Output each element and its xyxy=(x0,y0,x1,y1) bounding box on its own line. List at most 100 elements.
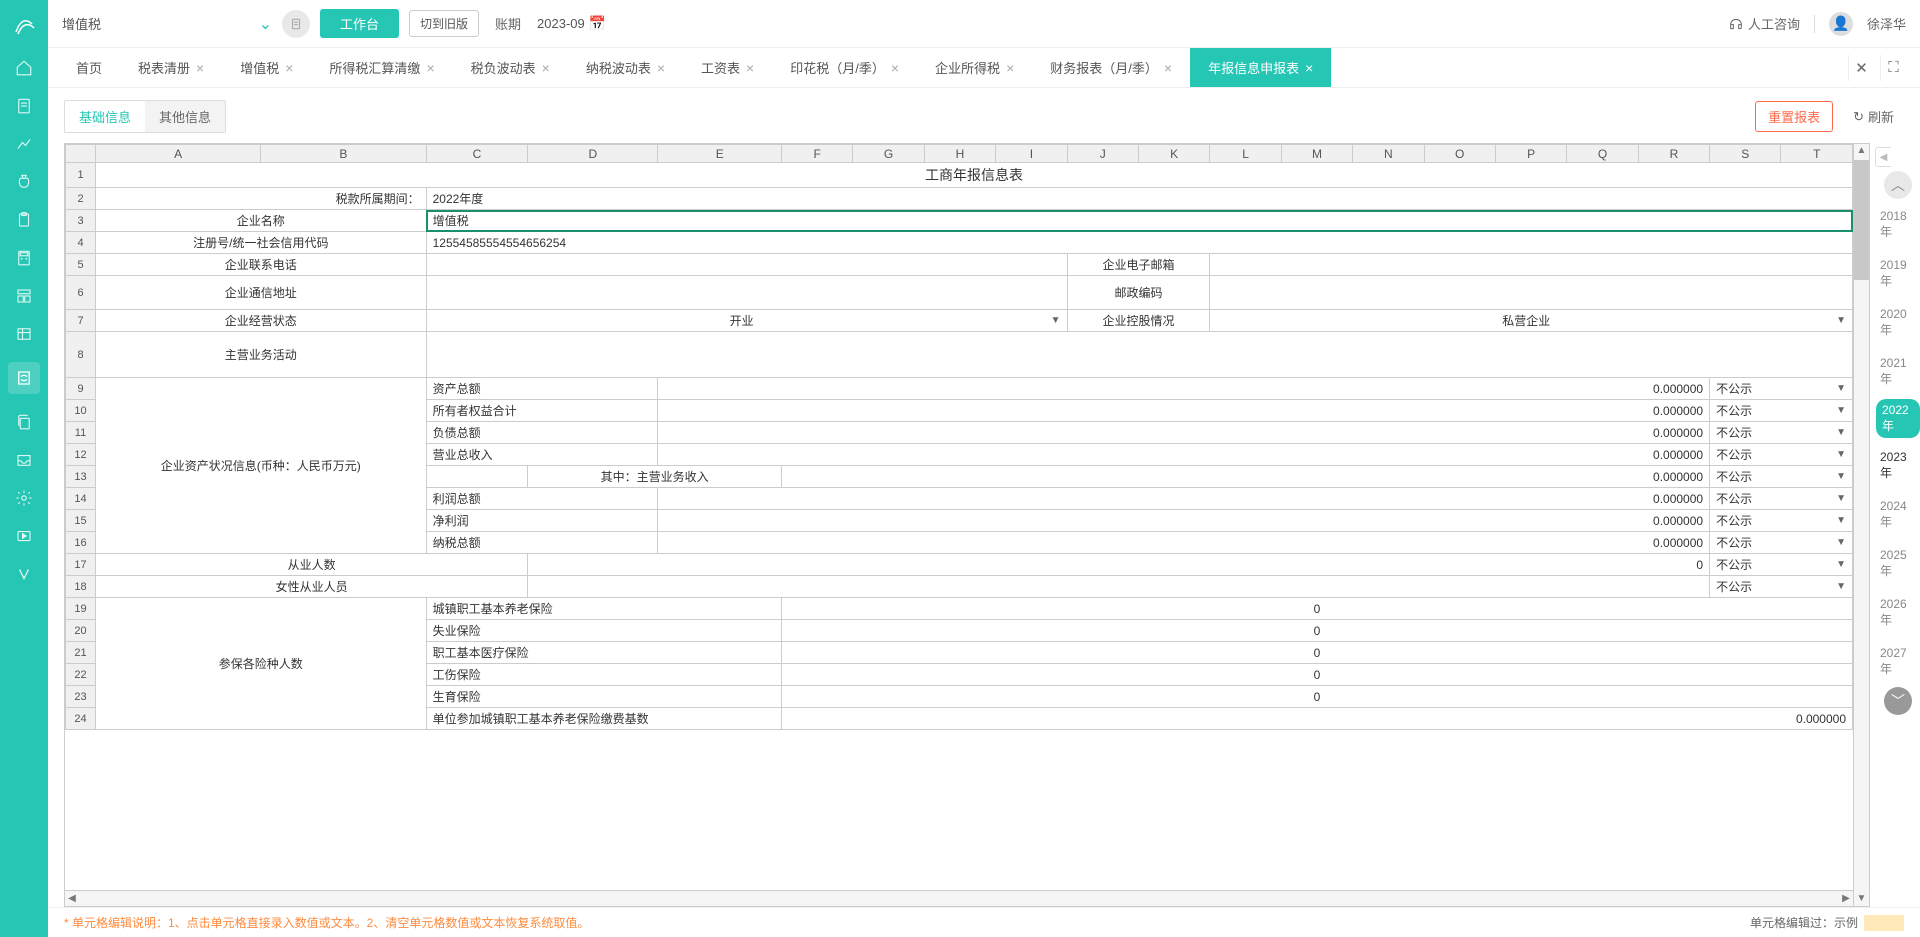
inbox-icon[interactable] xyxy=(14,450,34,470)
ins-value[interactable]: 0.000000 xyxy=(782,708,1853,730)
asset-value[interactable]: 0.000000 xyxy=(658,422,1710,444)
year-item[interactable]: 2021年 xyxy=(1876,350,1920,393)
tab-2[interactable]: 增值税× xyxy=(222,48,311,87)
disclose-dropdown[interactable]: 不公示▼ xyxy=(1710,510,1853,532)
tab-1[interactable]: 税表清册× xyxy=(120,48,222,87)
copy-icon[interactable] xyxy=(14,412,34,432)
row-header[interactable]: 21 xyxy=(66,642,96,664)
consult-button[interactable]: 人工咨询 xyxy=(1728,14,1800,33)
row-header[interactable]: 15 xyxy=(66,510,96,532)
subtab-basic[interactable]: 基础信息 xyxy=(65,101,145,132)
row-header[interactable]: 16 xyxy=(66,532,96,554)
row-header[interactable]: 7 xyxy=(66,310,96,332)
chart-icon[interactable] xyxy=(14,134,34,154)
close-icon[interactable]: × xyxy=(285,60,293,76)
user-name[interactable]: 徐泽华 xyxy=(1867,14,1906,33)
column-header[interactable]: M xyxy=(1281,145,1352,163)
column-header[interactable]: O xyxy=(1424,145,1495,163)
disclose-dropdown[interactable]: 不公示▼ xyxy=(1710,466,1853,488)
row-header[interactable]: 13 xyxy=(66,466,96,488)
column-header[interactable]: A xyxy=(96,145,261,163)
asset-value[interactable]: 0.000000 xyxy=(658,488,1710,510)
close-icon[interactable]: × xyxy=(657,60,665,76)
video-icon[interactable] xyxy=(14,526,34,546)
v-icon[interactable] xyxy=(14,564,34,584)
period-picker[interactable]: 2023-09 📅 xyxy=(537,15,606,32)
scroll-thumb[interactable] xyxy=(1854,160,1869,280)
template-icon[interactable] xyxy=(14,286,34,306)
asset-value[interactable]: 0.000000 xyxy=(782,466,1710,488)
row-header[interactable]: 24 xyxy=(66,708,96,730)
column-header[interactable]: G xyxy=(853,145,924,163)
tab-3[interactable]: 所得税汇算清缴× xyxy=(311,48,452,87)
year-item[interactable]: 2023年 xyxy=(1876,444,1920,487)
ins-value[interactable]: 0 xyxy=(782,664,1853,686)
column-header[interactable]: E xyxy=(658,145,782,163)
rail-collapse-icon[interactable]: ◀ xyxy=(1875,147,1891,167)
switch-old-button[interactable]: 切到旧版 xyxy=(409,10,479,37)
tab-6[interactable]: 工资表× xyxy=(683,48,772,87)
disclose-dropdown[interactable]: 不公示▼ xyxy=(1710,532,1853,554)
tab-expand-button[interactable]: ⛶ xyxy=(1880,55,1906,81)
year-item[interactable]: 2027年 xyxy=(1876,640,1920,683)
scroll-up-icon[interactable]: ▲ xyxy=(1854,144,1869,158)
period-value[interactable]: 2022年度 xyxy=(426,188,1852,210)
column-header[interactable]: F xyxy=(782,145,853,163)
close-icon[interactable]: × xyxy=(542,60,550,76)
column-header[interactable]: N xyxy=(1353,145,1424,163)
money-bag-icon[interactable] xyxy=(14,172,34,192)
close-icon[interactable]: × xyxy=(1006,60,1014,76)
subtab-other[interactable]: 其他信息 xyxy=(145,101,225,132)
row-header[interactable]: 9 xyxy=(66,378,96,400)
disclose-dropdown[interactable]: 不公示▼ xyxy=(1710,576,1853,598)
horizontal-scrollbar[interactable]: ◀ ▶ xyxy=(64,891,1854,907)
calculator-icon[interactable] xyxy=(14,248,34,268)
spreadsheet[interactable]: ABCDEFGHIJKLMNOPQRST 1工商年报信息表2税款所属期间：202… xyxy=(64,143,1854,891)
asset-value[interactable]: 0.000000 xyxy=(658,400,1710,422)
scroll-right-icon[interactable]: ▶ xyxy=(1839,893,1853,904)
tab-9[interactable]: 财务报表（月/季）× xyxy=(1032,48,1190,87)
reg-value[interactable]: 12554585554554656254 xyxy=(426,232,1852,254)
company-selector[interactable]: 增值税 ⌄ xyxy=(62,14,272,34)
row-header[interactable]: 1 xyxy=(66,163,96,188)
close-icon[interactable]: × xyxy=(1164,60,1172,76)
disclose-dropdown[interactable]: 不公示▼ xyxy=(1710,554,1853,576)
disclose-dropdown[interactable]: 不公示▼ xyxy=(1710,488,1853,510)
column-header[interactable]: I xyxy=(996,145,1067,163)
year-item[interactable]: 2019年 xyxy=(1876,252,1920,295)
select-all-corner[interactable] xyxy=(66,145,96,163)
tab-7[interactable]: 印花税（月/季）× xyxy=(772,48,917,87)
tax-report-icon[interactable] xyxy=(8,362,40,394)
tab-4[interactable]: 税负波动表× xyxy=(453,48,568,87)
reset-report-button[interactable]: 重置报表 xyxy=(1755,101,1833,132)
refresh-button[interactable]: ↻ 刷新 xyxy=(1843,102,1904,131)
avatar[interactable]: 👤 xyxy=(1829,12,1853,36)
ins-value[interactable]: 0 xyxy=(782,686,1853,708)
disclose-dropdown[interactable]: 不公示▼ xyxy=(1710,378,1853,400)
row-header[interactable]: 23 xyxy=(66,686,96,708)
year-item[interactable]: 2020年 xyxy=(1876,301,1920,344)
year-item[interactable]: 2022年 xyxy=(1876,399,1920,438)
row-header[interactable]: 17 xyxy=(66,554,96,576)
column-header[interactable]: T xyxy=(1781,145,1853,163)
column-header[interactable]: H xyxy=(924,145,995,163)
row-header[interactable]: 20 xyxy=(66,620,96,642)
asset-value[interactable]: 0.000000 xyxy=(658,510,1710,532)
row-header[interactable]: 8 xyxy=(66,332,96,378)
column-header[interactable]: P xyxy=(1495,145,1566,163)
table-icon[interactable] xyxy=(14,324,34,344)
tab-8[interactable]: 企业所得税× xyxy=(917,48,1032,87)
row-header[interactable]: 10 xyxy=(66,400,96,422)
year-item[interactable]: 2025年 xyxy=(1876,542,1920,585)
column-header[interactable]: L xyxy=(1210,145,1281,163)
close-icon[interactable]: × xyxy=(1305,60,1313,76)
row-header[interactable]: 2 xyxy=(66,188,96,210)
row-header[interactable]: 14 xyxy=(66,488,96,510)
column-header[interactable]: D xyxy=(528,145,658,163)
vertical-scrollbar[interactable]: ▲ ▼ xyxy=(1854,143,1870,907)
status-dropdown[interactable]: 开业▼ xyxy=(426,310,1067,332)
ins-value[interactable]: 0 xyxy=(782,642,1853,664)
scroll-left-icon[interactable]: ◀ xyxy=(65,893,79,904)
tab-5[interactable]: 纳税波动表× xyxy=(568,48,683,87)
close-icon[interactable]: × xyxy=(196,60,204,76)
